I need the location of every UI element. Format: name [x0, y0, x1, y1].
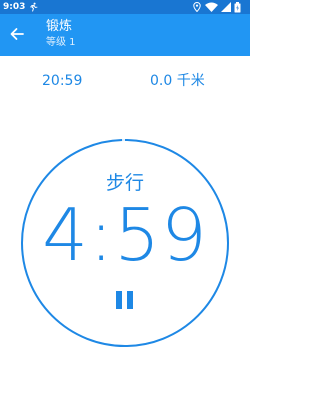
page-title: 锻炼: [46, 19, 73, 34]
status-bar: 9:03: [0, 0, 250, 14]
status-icons: [193, 2, 245, 13]
page-subtitle: 等级 1: [46, 37, 76, 48]
status-time: 9:03: [3, 2, 26, 12]
battery-icon: [234, 2, 241, 13]
pause-button[interactable]: [113, 288, 137, 312]
wifi-icon: [205, 2, 218, 12]
elapsed-time: 20:59: [42, 73, 83, 89]
signal-icon: [221, 2, 231, 12]
pause-bar-right: [127, 291, 133, 309]
app-bar: 锻炼 等级 1: [0, 14, 250, 56]
arrow-left-icon: [10, 28, 24, 40]
location-icon: [193, 2, 201, 12]
distance: 0.0 千米: [150, 73, 205, 89]
pause-bar-left: [116, 291, 122, 309]
back-button[interactable]: [6, 23, 28, 45]
countdown-timer: 4:59: [42, 193, 208, 277]
runner-icon: [30, 2, 38, 12]
